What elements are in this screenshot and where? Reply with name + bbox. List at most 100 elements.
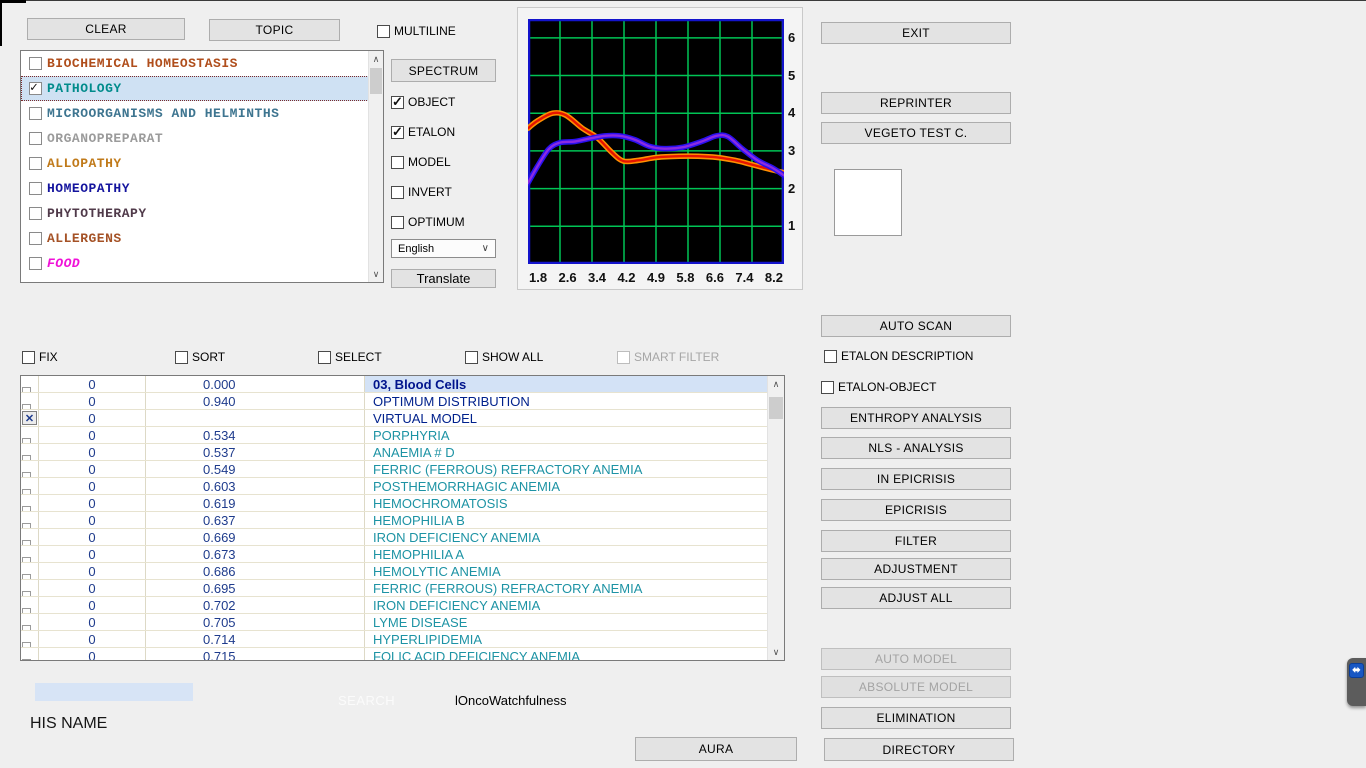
epicrisis-button[interactable]: EPICRISIS [821, 499, 1011, 521]
auto-scan-button[interactable]: AUTO SCAN [821, 315, 1011, 337]
table-row[interactable]: 00.673HEMOPHILIA A [21, 546, 767, 563]
category-checkbox[interactable] [29, 57, 42, 70]
category-item[interactable]: ALLOPATHY [21, 151, 383, 176]
category-checkbox[interactable] [29, 82, 42, 95]
category-listbox[interactable]: BIOCHEMICAL HOMEOSTASISPATHOLOGY MICROORG… [20, 50, 384, 283]
fix-checkbox-row: FIX [22, 350, 58, 364]
row-value-cell [146, 410, 365, 426]
reprinter-button[interactable]: REPRINTER [821, 92, 1011, 114]
translate-button[interactable]: Translate [391, 269, 496, 288]
adjust-all-button[interactable]: ADJUST ALL [821, 587, 1011, 609]
table-row[interactable]: 00.686HEMOLYTIC ANEMIA [21, 563, 767, 580]
category-label: MICROORGANISMS AND HELMINTHS [47, 106, 279, 121]
category-item[interactable]: FOOD [21, 251, 383, 276]
filter-button[interactable]: FILTER [821, 530, 1011, 552]
etalon-object-checkbox[interactable] [821, 381, 834, 394]
category-label: FOOD [47, 256, 80, 271]
category-item[interactable]: ALLERGENS [21, 226, 383, 251]
table-row[interactable]: 00.549FERRIC (FERROUS) REFRACTORY ANEMIA [21, 461, 767, 478]
model-checkbox[interactable] [391, 156, 404, 169]
category-checkbox[interactable] [29, 132, 42, 145]
table-row[interactable]: 00.534PORPHYRIA [21, 427, 767, 444]
fix-checkbox[interactable] [22, 351, 35, 364]
vegeto-test-button[interactable]: VEGETO TEST C. [821, 122, 1011, 144]
scroll-up-icon[interactable]: ∧ [369, 51, 383, 67]
category-checkbox[interactable] [29, 157, 42, 170]
model-x-button[interactable]: ✕ [22, 411, 37, 425]
table-row[interactable]: 00.705LYME DISEASE [21, 614, 767, 631]
row-count-cell: 0 [39, 410, 146, 426]
category-item[interactable]: BIOCHEMICAL HOMEOSTASIS [21, 51, 383, 76]
scroll-down-icon[interactable]: ∨ [768, 644, 784, 660]
topic-button[interactable]: TOPIC [209, 19, 340, 41]
scroll-up-icon[interactable]: ∧ [768, 376, 784, 392]
table-scrollbar-thumb[interactable] [769, 397, 783, 419]
row-value-cell: 0.669 [146, 529, 365, 545]
table-row[interactable]: 00.637HEMOPHILIA B [21, 512, 767, 529]
etalon-description-checkbox[interactable] [824, 350, 837, 363]
x-tick-label: 6.6 [706, 270, 724, 290]
category-checkbox[interactable] [29, 107, 42, 120]
etalon-checkbox[interactable] [391, 126, 404, 139]
object-checkbox[interactable] [391, 96, 404, 109]
category-item[interactable]: PHYTOTHERAPY [21, 201, 383, 226]
category-item[interactable]: MICROORGANISMS AND HELMINTHS [21, 101, 383, 126]
table-scrollbar[interactable]: ∧ ∨ [767, 376, 784, 660]
row-name-cell: FERRIC (FERROUS) REFRACTORY ANEMIA [365, 580, 767, 596]
row-checkbox-stub [22, 506, 31, 511]
filter-label: SHOW ALL [482, 350, 543, 364]
table-row[interactable]: 00.603POSTHEMORRHAGIC ANEMIA [21, 478, 767, 495]
invert-checkbox[interactable] [391, 186, 404, 199]
table-row[interactable]: 00.695FERRIC (FERROUS) REFRACTORY ANEMIA [21, 580, 767, 597]
table-row[interactable]: 00.619HEMOCHROMATOSIS [21, 495, 767, 512]
category-checkbox[interactable] [29, 182, 42, 195]
results-table[interactable]: 00.00003, Blood Cells00.940OPTIMUM DISTR… [20, 375, 785, 661]
y-tick-label: 1 [788, 218, 804, 233]
category-item[interactable]: ORGANOPREPARAT [21, 126, 383, 151]
category-checkbox[interactable] [29, 257, 42, 270]
category-checkbox[interactable] [29, 207, 42, 220]
language-select[interactable]: English ∨ [391, 239, 496, 258]
scroll-down-icon[interactable]: ∨ [369, 266, 383, 282]
row-checkbox-stub [22, 642, 31, 647]
row-name-cell: POSTHEMORRHAGIC ANEMIA [365, 478, 767, 494]
table-row[interactable]: ✕0VIRTUAL MODEL [21, 410, 767, 427]
category-item[interactable]: PATHOLOGY [21, 76, 383, 101]
row-checkbox-stub [22, 404, 31, 409]
filter-label: FIX [39, 350, 58, 364]
optimum-checkbox[interactable] [391, 216, 404, 229]
show-all-checkbox-row: SHOW ALL [465, 350, 543, 364]
category-item[interactable]: HOMEOPATHY [21, 176, 383, 201]
category-scrollbar-thumb[interactable] [370, 68, 382, 94]
nls-analysis-button[interactable]: NLS - ANALYSIS [821, 437, 1011, 459]
row-count-cell: 0 [39, 376, 146, 392]
exit-button[interactable]: EXIT [821, 22, 1011, 44]
table-row[interactable]: 00.715FOLIC ACID DEFICIENCY ANEMIA [21, 648, 767, 661]
clear-button[interactable]: CLEAR [27, 18, 185, 40]
row-checkbox-stub [22, 438, 31, 443]
table-row[interactable]: 00.537ANAEMIA # D [21, 444, 767, 461]
row-count-cell: 0 [39, 648, 146, 661]
x-tick-label: 4.9 [647, 270, 665, 290]
table-row[interactable]: 00.00003, Blood Cells [21, 376, 767, 393]
spectrum-button[interactable]: SPECTRUM [391, 59, 496, 82]
category-scrollbar[interactable]: ∧ ∨ [368, 51, 383, 282]
aura-button[interactable]: AURA [635, 737, 797, 761]
sort-checkbox[interactable] [175, 351, 188, 364]
table-row[interactable]: 00.669IRON DEFICIENCY ANEMIA [21, 529, 767, 546]
elimination-button[interactable]: ELIMINATION [821, 707, 1011, 729]
select-checkbox[interactable] [318, 351, 331, 364]
screen-corner-artifact [0, 0, 26, 3]
table-row[interactable]: 00.940OPTIMUM DISTRIBUTION [21, 393, 767, 410]
directory-button[interactable]: DIRECTORY [824, 738, 1014, 761]
enthropy-analysis-button[interactable]: ENTHROPY ANALYSIS [821, 407, 1011, 429]
name-input[interactable] [35, 683, 193, 701]
adjustment-button[interactable]: ADJUSTMENT [821, 558, 1011, 580]
teamviewer-tab[interactable]: ⬌ [1347, 658, 1366, 706]
table-row[interactable]: 00.702IRON DEFICIENCY ANEMIA [21, 597, 767, 614]
table-row[interactable]: 00.714HYPERLIPIDEMIA [21, 631, 767, 648]
multiline-checkbox[interactable] [377, 25, 390, 38]
category-checkbox[interactable] [29, 232, 42, 245]
show-all-checkbox[interactable] [465, 351, 478, 364]
in-epicrisis-button[interactable]: IN EPICRISIS [821, 468, 1011, 490]
